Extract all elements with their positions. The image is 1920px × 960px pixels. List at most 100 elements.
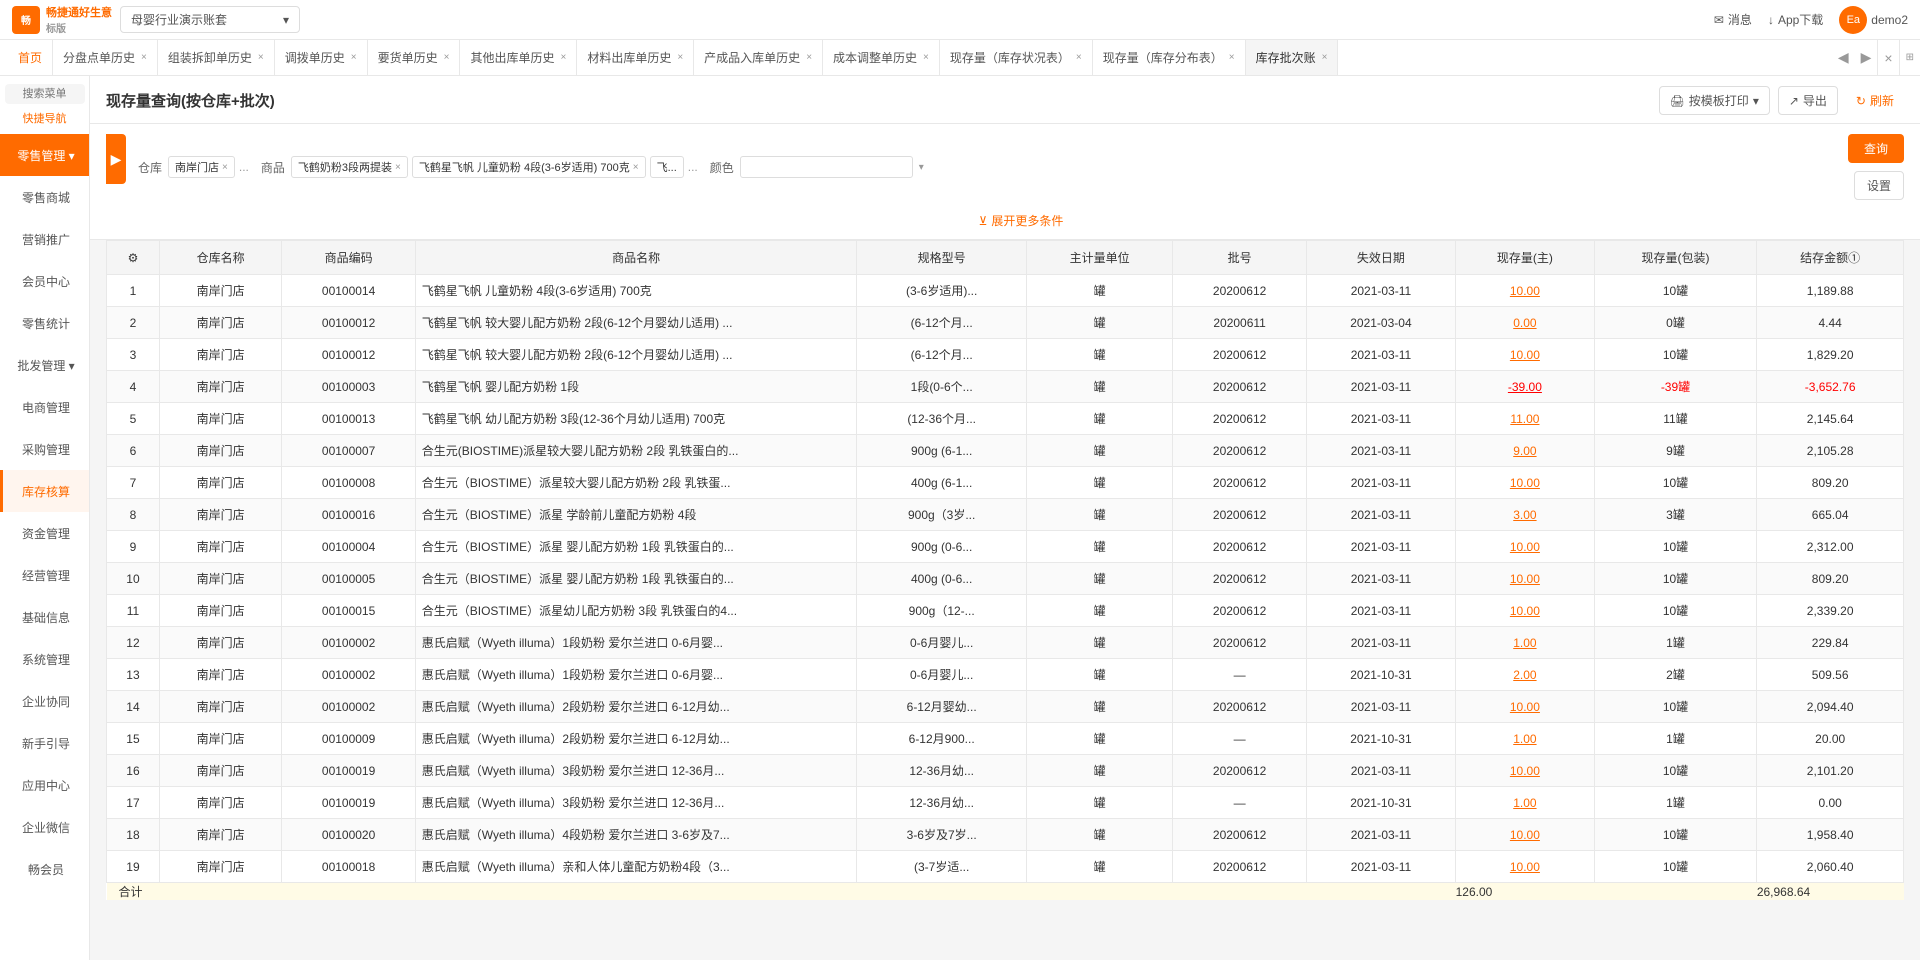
sidebar-item-retail-mgmt[interactable]: 零售管理 ▾ [0,134,90,176]
sidebar-item-enterprise[interactable]: 企业协同 [0,680,90,722]
nav-next[interactable]: ▶ [1855,40,1878,76]
tab-zuche[interactable]: 组装拆卸单历史 × [158,40,275,76]
sidebar-item-purchase[interactable]: 采购管理 [0,428,90,470]
sidebar-item-appcenter[interactable]: 应用中心 [0,764,90,806]
close-tab-fenpen[interactable]: × [141,52,147,63]
sidebar-item-system[interactable]: 系统管理 [0,638,90,680]
row-no: 6 [107,435,160,467]
sidebar-item-wholesale[interactable]: 批发管理 ▾ [0,344,90,386]
row-amount: 2,312.00 [1757,531,1904,563]
remove-warehouse-tag[interactable]: × [222,162,228,173]
app-version: 标版 [46,20,112,35]
tab-diaobao[interactable]: 调拨单历史 × [275,40,368,76]
row-name: 合生元（BIOSTIME）派星较大婴儿配方奶粉 2段 乳铁蛋... [415,467,857,499]
sidebar-item-finance[interactable]: 资金管理 [0,512,90,554]
layout: 快捷导航 零售管理 ▾ 零售商城 营销推广 会员中心 零售统计 批发管理 ▾ 电… [0,76,1920,960]
sidebar-item-marketing[interactable]: 营销推广 [0,218,90,260]
tab-yaohuo[interactable]: 要货单历史 × [368,40,461,76]
account-selector[interactable]: 母婴行业演示账套 ▾ [120,6,300,33]
close-tab-xianzai1[interactable]: × [1076,52,1082,63]
row-expire: 2021-03-04 [1306,307,1455,339]
table-row: 2 南岸门店 00100012 飞鹤星飞帆 较大婴儿配方奶粉 2段(6-12个月… [107,307,1904,339]
close-tab-chengben[interactable]: × [923,52,929,63]
row-name: 飞鹤星飞帆 较大婴儿配方奶粉 2段(6-12个月婴幼儿适用) ... [415,307,857,339]
row-unit: 罐 [1026,819,1173,851]
row-qty-pkg: 3罐 [1594,499,1757,531]
tab-chanpin[interactable]: 产成品入库单历史 × [694,40,823,76]
tab-chengben[interactable]: 成本调整单历史 × [823,40,940,76]
close-tab-qita[interactable]: × [560,52,566,63]
sidebar-item-wechat[interactable]: 企业微信 [0,806,90,848]
row-name: 惠氏启赋（Wyeth illuma）1段奶粉 爱尔兰进口 0-6月婴... [415,659,857,691]
color-field: 颜色 ▾ [710,156,924,178]
messages-btn[interactable]: ✉ 消息 [1714,11,1752,28]
row-name: 惠氏启赋（Wyeth illuma）3段奶粉 爱尔兰进口 12-36月... [415,755,857,787]
close-tab-cailiao[interactable]: × [677,52,683,63]
row-warehouse: 南岸门店 [159,563,282,595]
close-tab-xianzai2[interactable]: × [1229,52,1235,63]
row-qty-main: 2.00 [1456,659,1595,691]
settings-icon[interactable]: ⚙ [128,251,139,265]
expand-tabs[interactable]: ⊞ [1899,40,1920,76]
tab-fenpen[interactable]: 分盘点单历史 × [53,40,158,76]
remove-product-tag-2[interactable]: × [633,162,639,173]
nav-prev[interactable]: ◀ [1832,40,1855,76]
sidebar-item-guide[interactable]: 新手引导 [0,722,90,764]
row-warehouse: 南岸门店 [159,659,282,691]
row-code: 00100008 [282,467,415,499]
print-button[interactable]: 🖨 按模板打印 ▾ [1659,86,1770,115]
sidebar-item-member-center[interactable]: 会员中心 [0,260,90,302]
close-tab-diaobao[interactable]: × [351,52,357,63]
quick-nav[interactable]: 快捷导航 [23,110,67,126]
row-no: 4 [107,371,160,403]
product-more-btn[interactable]: ... [688,160,698,174]
warehouse-more-btn[interactable]: ... [239,160,249,174]
user-menu[interactable]: Ea demo2 [1839,6,1908,34]
close-tab-kupi[interactable]: × [1322,52,1328,63]
close-tab-zuche[interactable]: × [258,52,264,63]
tab-qita[interactable]: 其他出库单历史 × [460,40,577,76]
tab-kupi[interactable]: 库存批次账 × [1246,40,1339,76]
sidebar-item-retail-stats[interactable]: 零售统计 [0,302,90,344]
close-tab-chanpin[interactable]: × [806,52,812,63]
refresh-button[interactable]: ↻ 刷新 [1846,87,1904,114]
row-expire: 2021-03-11 [1306,499,1455,531]
tab-home[interactable]: 首页 [8,40,53,76]
row-qty-pkg: 1罐 [1594,723,1757,755]
row-warehouse: 南岸门店 [159,787,282,819]
row-name: 合生元（BIOSTIME）派星 婴儿配方奶粉 1段 乳铁蛋白的... [415,531,857,563]
sidebar-item-retail-shop[interactable]: 零售商城 [0,176,90,218]
close-tab-yaohuo[interactable]: × [444,52,450,63]
product-tag-container: 飞鹤奶粉3段两提装 × 飞鹤星飞帆 儿童奶粉 4段(3-6岁适用) 700克 ×… [291,156,698,178]
tab-cailiao[interactable]: 材料出库单历史 × [577,40,694,76]
row-amount: 809.20 [1757,467,1904,499]
sidebar-item-ecommerce[interactable]: 电商管理 [0,386,90,428]
warehouse-tag: 南岸门店 × [168,156,235,178]
col-settings: ⚙ [107,241,160,275]
row-warehouse: 南岸门店 [159,819,282,851]
app-download-btn[interactable]: ↓ App下载 [1768,11,1823,28]
color-input[interactable] [740,156,913,178]
tab-xianzai2[interactable]: 现存量（库存分布表） × [1093,40,1246,76]
export-button[interactable]: ↗ 导出 [1778,86,1838,115]
print-dropdown-arrow[interactable]: ▾ [1753,94,1759,108]
search-menu-input[interactable] [5,84,85,104]
settings-button[interactable]: 设置 [1854,171,1904,200]
close-all-tabs[interactable]: × [1877,40,1898,76]
table-row: 7 南岸门店 00100008 合生元（BIOSTIME）派星较大婴儿配方奶粉 … [107,467,1904,499]
expand-search-arrow[interactable]: ▶ [106,134,126,184]
row-qty-pkg: 10罐 [1594,755,1757,787]
remove-product-tag-1[interactable]: × [395,162,401,173]
tab-xianzai1[interactable]: 现存量（库存状况表） × [940,40,1093,76]
row-amount: 1,829.20 [1757,339,1904,371]
expand-more-conditions[interactable]: ⊻ 展开更多条件 [979,212,1064,229]
col-name: 商品名称 [415,241,857,275]
sidebar-item-business[interactable]: 经营管理 [0,554,90,596]
row-amount: 2,105.28 [1757,435,1904,467]
row-qty-main: 1.00 [1456,627,1595,659]
color-dropdown-arrow[interactable]: ▾ [919,162,924,173]
query-button[interactable]: 查询 [1848,134,1904,163]
sidebar-item-inventory[interactable]: 库存核算 [0,470,90,512]
sidebar-item-basic[interactable]: 基础信息 [0,596,90,638]
sidebar-item-member[interactable]: 畅会员 [0,848,90,890]
